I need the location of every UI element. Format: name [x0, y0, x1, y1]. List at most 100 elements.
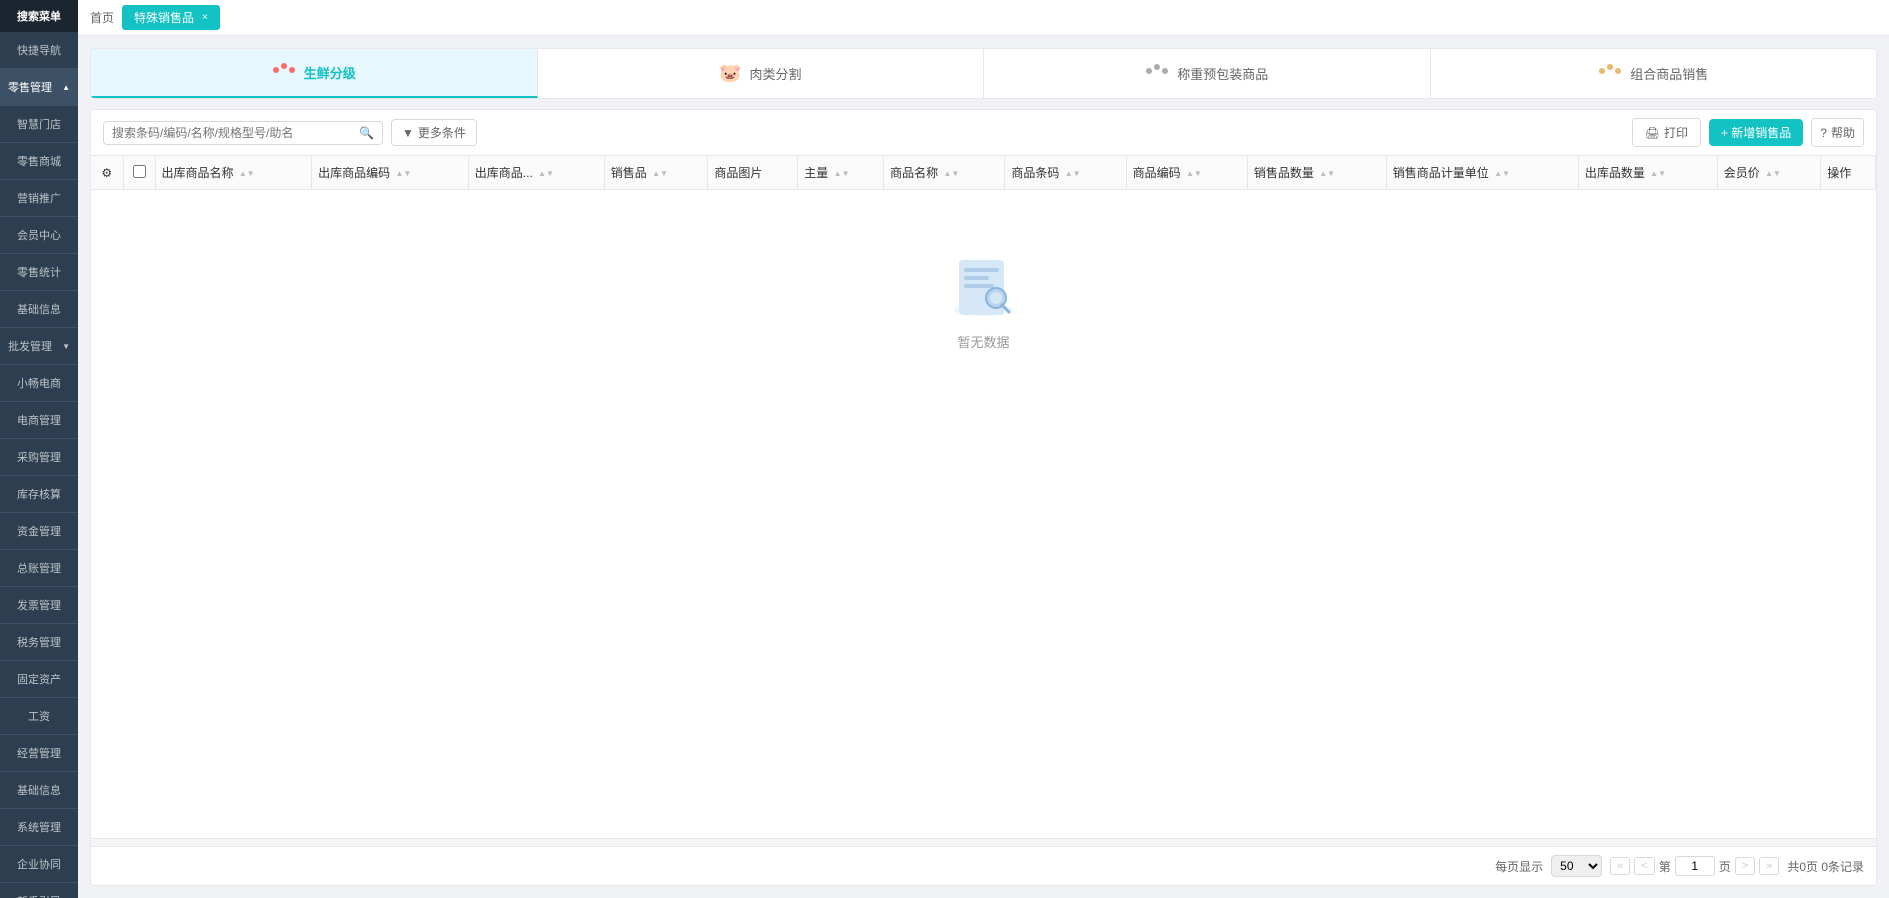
sidebar-item-batch-mgmt[interactable]: 批发管理 ▼	[0, 328, 78, 365]
sort-arrows: ▲▼	[652, 169, 668, 178]
col-actions: 操作	[1821, 156, 1876, 190]
col-product-barcode[interactable]: 商品条码 ▲▼	[1005, 156, 1126, 190]
per-page-label: 每页显示	[1495, 858, 1543, 875]
sidebar-item-operations-mgmt[interactable]: 经营管理	[0, 735, 78, 772]
print-button[interactable]: 🖨 打印	[1632, 118, 1701, 147]
cat-tab-combo-sales-label: 组合商品销售	[1630, 64, 1708, 83]
page-input[interactable]	[1675, 856, 1715, 876]
sidebar-item-tax-mgmt[interactable]: 税务管理	[0, 624, 78, 661]
sidebar-item-newcomer-guide[interactable]: 新手引导	[0, 883, 78, 898]
sidebar-item-general-ledger[interactable]: 总账管理	[0, 550, 78, 587]
col-sales-unit[interactable]: 销售商品计量单位 ▲▼	[1386, 156, 1578, 190]
sidebar-item-invoice-mgmt[interactable]: 发票管理	[0, 587, 78, 624]
search-icon: 🔍	[359, 126, 374, 140]
page-content: 生鲜分级 🐷 肉类分割 称重预包装商品	[78, 36, 1889, 898]
col-checkbox[interactable]	[123, 156, 155, 190]
help-icon: ?	[1820, 126, 1827, 140]
sidebar-item-enterprise-coop[interactable]: 企业协同	[0, 846, 78, 883]
tab-close-icon[interactable]: ×	[202, 12, 208, 23]
category-tabs: 生鲜分级 🐷 肉类分割 称重预包装商品	[90, 48, 1877, 99]
sidebar-item-inventory[interactable]: 库存核算	[0, 476, 78, 513]
page-nav: « < 第 页 > »	[1610, 856, 1779, 876]
sidebar-item-fixed-assets[interactable]: 固定资产	[0, 661, 78, 698]
sidebar-item-system-mgmt[interactable]: 系统管理	[0, 809, 78, 846]
h-scrollbar[interactable]	[91, 838, 1876, 846]
print-icon: 🖨	[1645, 126, 1660, 140]
select-all-checkbox[interactable]	[133, 165, 146, 178]
table-area: 🔍 ▼ 更多条件 🖨 打印 + 新增销售品 ? 帮助	[90, 109, 1877, 886]
sidebar-item-salary[interactable]: 工资	[0, 698, 78, 735]
cat-tab-meat-cut[interactable]: 🐷 肉类分割	[538, 49, 985, 98]
cat-tab-meat-cut-label: 肉类分割	[749, 64, 801, 83]
chevron-icon: ▲	[62, 83, 70, 92]
home-link[interactable]: 首页	[90, 9, 114, 26]
col-product-code[interactable]: 商品编码 ▲▼	[1126, 156, 1247, 190]
sort-arrows: ▲▼	[1319, 169, 1335, 178]
chevron-icon: ▼	[62, 342, 70, 351]
sidebar-item-basic-info2[interactable]: 基础信息	[0, 772, 78, 809]
sort-arrows: ▲▼	[1186, 169, 1202, 178]
sidebar-item-purchase-mgmt[interactable]: 采购管理	[0, 439, 78, 476]
fresh-grade-icon	[272, 61, 296, 84]
filter-button[interactable]: ▼ 更多条件	[391, 119, 477, 146]
sidebar-item-retail-stats[interactable]: 零售统计	[0, 254, 78, 291]
sidebar-item-smart-store[interactable]: 智慧门店	[0, 106, 78, 143]
help-button[interactable]: ? 帮助	[1811, 118, 1864, 147]
per-page-select[interactable]: 50 100 200	[1551, 855, 1602, 877]
search-box[interactable]: 🔍	[103, 121, 383, 145]
sort-arrows: ▲▼	[1650, 169, 1666, 178]
empty-icon	[944, 250, 1024, 320]
col-out-qty[interactable]: 出库品数量 ▲▼	[1578, 156, 1717, 190]
next-page-button[interactable]: >	[1735, 857, 1755, 875]
cat-tab-weight-prepack-label: 称重预包装商品	[1177, 64, 1268, 83]
total-info: 共0页 0条记录	[1787, 858, 1864, 875]
meat-cut-icon: 🐷	[719, 63, 741, 84]
col-product-name[interactable]: 商品名称 ▲▼	[884, 156, 1005, 190]
sidebar-item-marketing[interactable]: 营销推广	[0, 180, 78, 217]
table-wrap: ⚙ 出库商品名称 ▲▼ 出库商品编码 ▲▼	[91, 156, 1876, 838]
active-tab[interactable]: 特殊销售品 ×	[122, 5, 220, 30]
weight-prepack-icon	[1145, 62, 1169, 85]
prev-page-button[interactable]: <	[1634, 857, 1654, 875]
col-main-weight[interactable]: 主量 ▲▼	[798, 156, 884, 190]
search-input[interactable]	[112, 126, 355, 140]
sidebar-item-quick-nav[interactable]: 快捷导航	[0, 32, 78, 69]
pagination: 每页显示 50 100 200 « < 第 页 > » 共0页 0条记录	[91, 846, 1876, 885]
page-label: 第	[1659, 858, 1671, 875]
col-member-price[interactable]: 会员价 ▲▼	[1717, 156, 1821, 190]
empty-state: 暂无数据	[91, 190, 1876, 411]
col-out-product-code[interactable]: 出库商品编码 ▲▼	[312, 156, 469, 190]
sidebar-item-capital-mgmt[interactable]: 资金管理	[0, 513, 78, 550]
sort-arrows: ▲▼	[396, 169, 412, 178]
page-unit: 页	[1719, 858, 1731, 875]
col-out-product-extra[interactable]: 出库商品... ▲▼	[468, 156, 604, 190]
cat-tab-fresh-grade-label: 生鲜分级	[304, 63, 356, 82]
filter-icon: ▼	[402, 126, 414, 140]
main-content: 首页 特殊销售品 × 生鲜分级 🐷 肉类分割	[78, 0, 1889, 898]
col-out-product-name[interactable]: 出库商品名称 ▲▼	[155, 156, 312, 190]
empty-text: 暂无数据	[957, 332, 1009, 351]
toolbar-right: 🖨 打印 + 新增销售品 ? 帮助	[1632, 118, 1864, 147]
new-sales-button[interactable]: + 新增销售品	[1709, 119, 1803, 146]
cat-tab-fresh-grade[interactable]: 生鲜分级	[91, 49, 538, 98]
sort-arrows: ▲▼	[538, 169, 554, 178]
data-table: ⚙ 出库商品名称 ▲▼ 出库商品编码 ▲▼	[91, 156, 1876, 190]
cat-tab-weight-prepack[interactable]: 称重预包装商品	[984, 49, 1431, 98]
sort-arrows: ▲▼	[1065, 169, 1081, 178]
sidebar: 搜索菜单 快捷导航 零售管理 ▲ 智慧门店 零售商城 营销推广 会员中心 零售统…	[0, 0, 78, 898]
first-page-button[interactable]: «	[1610, 857, 1630, 875]
sort-arrows: ▲▼	[944, 169, 960, 178]
col-sales-product[interactable]: 销售品 ▲▼	[604, 156, 708, 190]
sidebar-item-ecommerce-mgmt[interactable]: 电商管理	[0, 402, 78, 439]
last-page-button[interactable]: »	[1759, 857, 1779, 875]
cat-tab-combo-sales[interactable]: 组合商品销售	[1431, 49, 1877, 98]
sidebar-item-member-center[interactable]: 会员中心	[0, 217, 78, 254]
col-product-image[interactable]: 商品图片	[708, 156, 798, 190]
col-settings[interactable]: ⚙	[91, 156, 123, 190]
sidebar-item-retail-mall[interactable]: 零售商城	[0, 143, 78, 180]
sidebar-logo[interactable]: 搜索菜单	[0, 0, 78, 32]
col-sales-qty[interactable]: 销售品数量 ▲▼	[1247, 156, 1386, 190]
sidebar-item-micro-shop[interactable]: 小畅电商	[0, 365, 78, 402]
sidebar-item-retail-mgmt[interactable]: 零售管理 ▲	[0, 69, 78, 106]
sidebar-item-basic-info[interactable]: 基础信息	[0, 291, 78, 328]
